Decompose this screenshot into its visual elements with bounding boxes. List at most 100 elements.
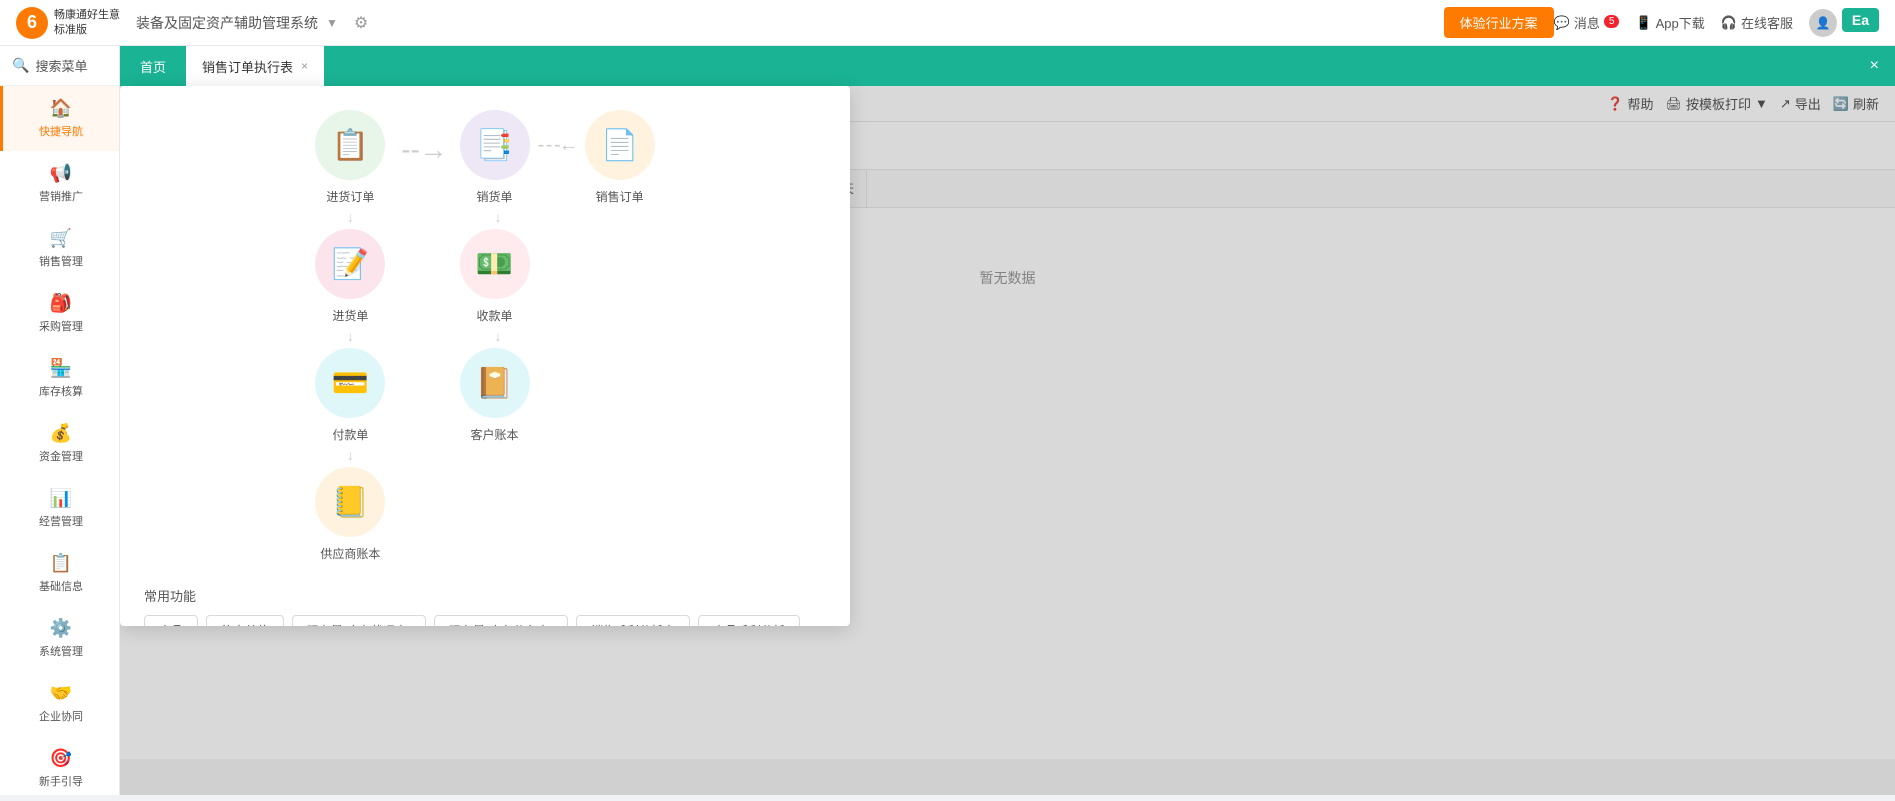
app-download-btn[interactable]: 📱 App下载 bbox=[1635, 13, 1704, 32]
sales-order-label: 销售订单 bbox=[596, 188, 644, 205]
logo-icon: 6 bbox=[16, 7, 48, 39]
purchase-order-label: 进货订单 bbox=[326, 188, 374, 205]
common-funcs-title: 常用功能 bbox=[144, 586, 826, 605]
func-btn-stock-distribution[interactable]: 现存量(库存分布表) bbox=[434, 615, 568, 626]
dashed-arrow-2: - - -← bbox=[538, 134, 577, 157]
customer-ledger-circle[interactable]: 📔 bbox=[460, 348, 530, 418]
tab-bar-close-btn[interactable]: × bbox=[1870, 57, 1879, 75]
tab-home[interactable]: 首页 bbox=[120, 46, 186, 86]
inventory-icon: 🏪 bbox=[50, 358, 72, 379]
top-header: 6 畅康通好生意 标准版 装备及固定资产辅助管理系统 ▼ ⚙ 体验行业方案 💬 … bbox=[0, 0, 1895, 46]
sidebar-item-system[interactable]: ⚙️ 系统管理 bbox=[0, 606, 119, 671]
sidebar-item-inventory[interactable]: 🏪 库存核算 bbox=[0, 346, 119, 411]
operation-icon: 📊 bbox=[50, 488, 72, 509]
common-funcs-section: 常用功能 商品 往来单位 现存量(库存状况表) 现存量(库存分布表) 销售毛利分… bbox=[144, 586, 826, 626]
arrow-down-4: ↓ bbox=[495, 209, 502, 225]
sidebar-item-enterprise[interactable]: 🤝 企业协同 bbox=[0, 671, 119, 736]
sidebar-item-purchase[interactable]: 🎒 采购管理 bbox=[0, 281, 119, 346]
flow-item-sales-order: 📄 销售订单 bbox=[585, 110, 655, 205]
supplier-ledger-label: 供应商账本 bbox=[320, 545, 380, 562]
right-flow-col: 📑 销货单 - - -← 📄 销售订单 ↓ bbox=[460, 110, 655, 443]
trial-btn[interactable]: 体验行业方案 bbox=[1444, 7, 1554, 38]
arrow-down-5: ↓ bbox=[495, 328, 502, 344]
message-btn[interactable]: 💬 消息 5 bbox=[1554, 13, 1620, 32]
flow-item-payment: 💳 付款单 bbox=[315, 348, 385, 443]
sales-slip-label: 销货单 bbox=[477, 188, 513, 205]
sidebar: 🔍 搜索菜单 🏠 快捷导航 📢 营销推广 🛒 销售管理 🎒 采购管理 🏪 库存核… bbox=[0, 46, 120, 795]
arrow-down-3: ↓ bbox=[347, 447, 354, 463]
supplier-ledger-icon: 📒 bbox=[332, 485, 369, 520]
system-dropdown-btn[interactable]: ▼ bbox=[326, 16, 338, 30]
enterprise-icon: 🤝 bbox=[50, 683, 72, 704]
purchase-order-circle[interactable]: 📋 bbox=[315, 110, 385, 180]
newbie-icon: 🎯 bbox=[50, 748, 72, 769]
flow-item-supplier-ledger: 📒 供应商账本 bbox=[315, 467, 385, 562]
supplier-ledger-circle[interactable]: 📒 bbox=[315, 467, 385, 537]
tab-bar: 首页 销售订单执行表 × × bbox=[120, 46, 1895, 86]
flow-item-purchase-slip: 📝 进货单 bbox=[315, 229, 385, 324]
sidebar-item-sales[interactable]: 🛒 销售管理 bbox=[0, 216, 119, 281]
purchase-order-icon: 📋 bbox=[332, 128, 369, 163]
header-right: 💬 消息 5 📱 App下载 🎧 在线客服 👤 用友 Ea bbox=[1554, 9, 1879, 37]
flow-item-customer-ledger: 📔 客户账本 bbox=[460, 348, 530, 443]
sidebar-item-finance[interactable]: 💰 资金管理 bbox=[0, 411, 119, 476]
func-btn-sales-analysis[interactable]: 销售毛利分析表 bbox=[576, 615, 690, 626]
sales-order-circle[interactable]: 📄 bbox=[585, 110, 655, 180]
dashed-arrow-1: - - → bbox=[401, 134, 443, 166]
quick-guide-modal: 📋 进货订单 ↓ 📝 进货单 ↓ 💳 bbox=[120, 86, 850, 626]
home-icon: 🏠 bbox=[50, 98, 72, 119]
search-menu-item[interactable]: 🔍 搜索菜单 bbox=[0, 46, 119, 86]
sidebar-item-quick-nav[interactable]: 🏠 快捷导航 bbox=[0, 86, 119, 151]
left-flow-col: 📋 进货订单 ↓ 📝 进货单 ↓ 💳 bbox=[315, 110, 385, 562]
ea-badge: Ea bbox=[1842, 8, 1879, 32]
main-area: 首页 销售订单执行表 × × ❓ 帮助 🖨 按模板打印 ▼ ↗ 导出 🔄 刷新 … bbox=[120, 46, 1895, 795]
system-title-area: 装备及固定资产辅助管理系统 ▼ ⚙ bbox=[136, 13, 1444, 33]
sales-slip-icon: 📑 bbox=[476, 128, 513, 163]
message-badge: 5 bbox=[1604, 15, 1620, 28]
func-btn-partners[interactable]: 往来单位 bbox=[206, 615, 284, 626]
receipt-icon: 💵 bbox=[476, 247, 513, 282]
receipt-circle[interactable]: 💵 bbox=[460, 229, 530, 299]
search-menu-label: 搜索菜单 bbox=[35, 56, 87, 75]
payment-icon: 💳 bbox=[332, 366, 369, 401]
overlay: 📋 进货订单 ↓ 📝 进货单 ↓ 💳 bbox=[120, 86, 1895, 795]
sales-slip-circle[interactable]: 📑 bbox=[460, 110, 530, 180]
payment-label: 付款单 bbox=[332, 426, 368, 443]
flow-item-purchase-order: 📋 进货订单 bbox=[315, 110, 385, 205]
message-icon: 💬 bbox=[1554, 15, 1570, 31]
online-service-btn[interactable]: 🎧 在线客服 bbox=[1721, 13, 1793, 32]
purchase-slip-label: 进货单 bbox=[332, 307, 368, 324]
payment-circle[interactable]: 💳 bbox=[315, 348, 385, 418]
sales-icon: 🛒 bbox=[50, 228, 72, 249]
customer-ledger-icon: 📔 bbox=[476, 366, 513, 401]
service-icon: 🎧 bbox=[1721, 15, 1737, 31]
logo-area: 6 畅康通好生意 标准版 bbox=[16, 7, 136, 39]
tab-sales-order[interactable]: 销售订单执行表 × bbox=[186, 46, 324, 86]
sidebar-item-operation[interactable]: 📊 经营管理 bbox=[0, 476, 119, 541]
logo-text: 畅康通好生意 标准版 bbox=[54, 8, 120, 37]
func-btn-stock-status[interactable]: 现存量(库存状况表) bbox=[292, 615, 426, 626]
gear-icon[interactable]: ⚙ bbox=[354, 13, 368, 33]
sidebar-item-basic[interactable]: 📋 基础信息 bbox=[0, 541, 119, 606]
purchase-icon: 🎒 bbox=[50, 293, 72, 314]
receipt-label: 收款单 bbox=[477, 307, 513, 324]
func-btn-product[interactable]: 商品 bbox=[144, 615, 198, 626]
sidebar-item-newbie[interactable]: 🎯 新手引导 bbox=[0, 736, 119, 801]
tab-close-btn[interactable]: × bbox=[301, 59, 308, 73]
basic-icon: 📋 bbox=[50, 553, 72, 574]
avatar[interactable]: 👤 bbox=[1809, 9, 1837, 37]
func-buttons-row1: 商品 往来单位 现存量(库存状况表) 现存量(库存分布表) 销售毛利分析表 商品… bbox=[144, 615, 826, 626]
purchase-slip-circle[interactable]: 📝 bbox=[315, 229, 385, 299]
sales-order-icon: 📄 bbox=[601, 128, 638, 163]
finance-icon: 💰 bbox=[50, 423, 72, 444]
customer-ledger-label: 客户账本 bbox=[471, 426, 519, 443]
sidebar-item-marketing[interactable]: 📢 营销推广 bbox=[0, 151, 119, 216]
func-btn-product-profit[interactable]: 商品毛利分析 bbox=[698, 615, 800, 626]
search-icon: 🔍 bbox=[12, 57, 29, 74]
arrow-down-2: ↓ bbox=[347, 328, 354, 344]
flow-item-sales-slip: 📑 销货单 bbox=[460, 110, 530, 205]
system-icon: ⚙️ bbox=[50, 618, 72, 639]
system-title-text: 装备及固定资产辅助管理系统 bbox=[136, 13, 318, 33]
purchase-slip-icon: 📝 bbox=[332, 247, 369, 282]
arrow-down-1: ↓ bbox=[347, 209, 354, 225]
